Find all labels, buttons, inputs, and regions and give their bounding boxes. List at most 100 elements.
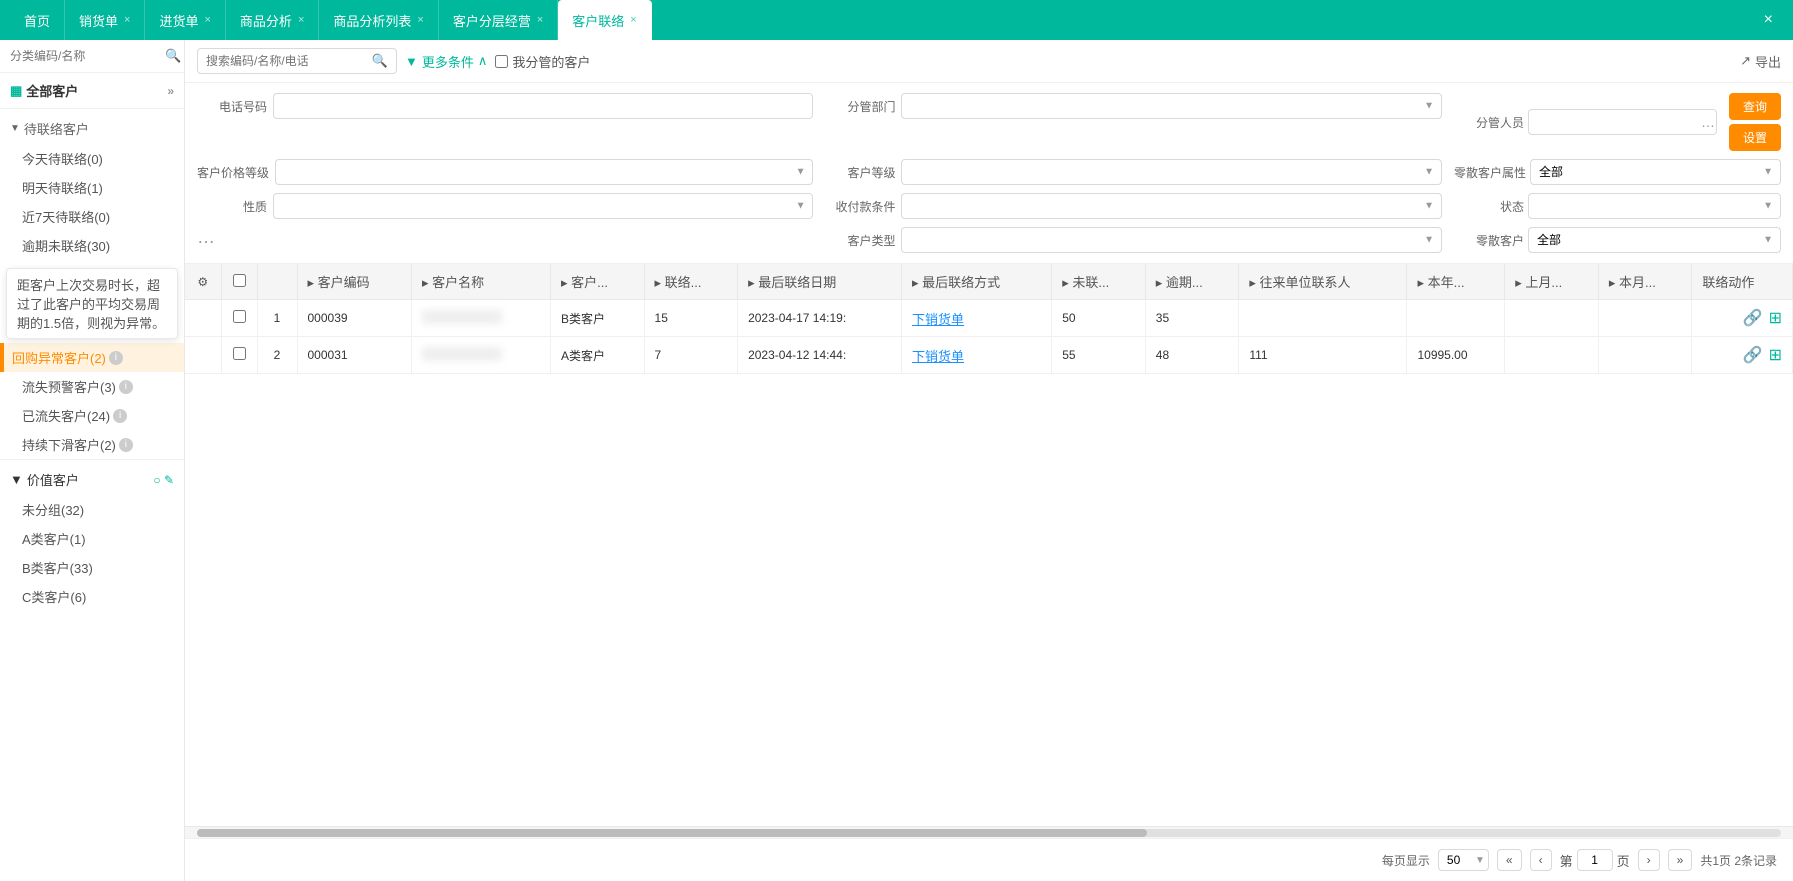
query-button[interactable]: 查询 [1729,93,1781,120]
nav-tab-sales[interactable]: 销货单 × [65,0,145,40]
nav-tab-customer-contact[interactable]: 客户联络 × [558,0,651,40]
my-customers-check[interactable] [495,55,508,68]
sidebar-item-7days[interactable]: 近7天待联络(0) [0,202,184,231]
filter-scatter-customer-select[interactable]: 全部 [1528,227,1781,253]
col-last-method-header[interactable]: ▸ 最后联络方式 [901,264,1051,300]
filter-customer-type-select[interactable] [901,227,1442,253]
main-search-input[interactable] [206,54,372,68]
sidebar-collapse-btn[interactable]: » [167,84,174,98]
export-button[interactable]: ↗ 导出 [1740,52,1781,71]
nav-tab-product-list[interactable]: 商品分析列表 × [319,0,438,40]
filter-customer-type: 客户类型 ▼ [825,227,1442,253]
first-page-btn[interactable]: « [1497,849,1522,871]
my-customers-checkbox[interactable]: 我分管的客户 [495,52,590,71]
per-page-select[interactable]: 50 20 100 [1438,849,1489,871]
nav-tab-purchase[interactable]: 进货单 × [145,0,225,40]
filter-dept-select[interactable] [901,93,1442,119]
col-last-month-header[interactable]: ▸ 上月... [1505,264,1599,300]
sidebar-item-overdue[interactable]: 逾期未联络(30) [0,231,184,260]
sidebar-item-today[interactable]: 今天待联络(0) [0,144,184,173]
info-icon-churn-warning[interactable]: i [119,380,133,394]
sidebar-item-declining[interactable]: 持续下滑客户(2) i [0,430,184,459]
grid-icon[interactable]: ⊞ [1769,308,1782,328]
sidebar-search-icon[interactable]: 🔍 [165,48,181,64]
last-page-btn[interactable]: » [1668,849,1693,871]
col-type-header[interactable]: ▸ 客户... [550,264,644,300]
filter-scatter-attr-select[interactable]: 全部 [1530,159,1781,185]
main-search-icon[interactable]: 🔍 [372,53,388,69]
more-conditions-btn[interactable]: ▼ 更多条件 ∧ [405,52,487,71]
link-icon[interactable]: 🔗 [1743,345,1763,365]
sidebar-item-churn-warning[interactable]: 流失预警客户(3) i [0,372,184,401]
col-this-year-header[interactable]: ▸ 本年... [1407,264,1505,300]
sidebar-item-b-customers[interactable]: B类客户(33) [0,553,184,582]
info-icon-churned[interactable]: i [113,409,127,423]
link-icon[interactable]: 🔗 [1743,308,1763,328]
info-icon-declining[interactable]: i [119,438,133,452]
edit-groups-icon[interactable]: ○ ✎ [153,473,174,487]
row-code[interactable]: 000039 [297,300,411,337]
nav-tab-customer-segment[interactable]: 客户分层经营 × [439,0,558,40]
row-code[interactable]: 000031 [297,337,411,374]
page-info: 第 页 [1560,849,1630,871]
col-contacts-header[interactable]: ▸ 往来单位联系人 [1239,264,1407,300]
col-last-date-header[interactable]: ▸ 最后联络日期 [738,264,902,300]
filter-payment-select[interactable] [901,193,1442,219]
close-all-button[interactable]: × [1754,11,1783,29]
close-product-analysis-tab[interactable]: × [298,14,304,26]
col-name-header[interactable]: ▸ 客户名称 [411,264,550,300]
filter-price-level-select[interactable] [275,159,813,185]
nav-tab-home[interactable]: 首页 [10,0,65,40]
col-action-header: 联络动作 [1692,264,1793,300]
row-name[interactable] [411,337,550,374]
col-settings-header[interactable]: ⚙ [185,264,221,300]
filter-nature-select[interactable] [273,193,813,219]
filter-price-level-label: 客户价格等级 [197,164,269,181]
close-sales-tab[interactable]: × [124,14,130,26]
col-code-header[interactable]: ▸ 客户编码 [297,264,411,300]
close-purchase-tab[interactable]: × [204,14,210,26]
sidebar-item-a-customers[interactable]: A类客户(1) [0,524,184,553]
filter-panel: 电话号码 分管部门 ▼ 分管人员 … 查询 [185,83,1793,264]
sidebar-item-repurchase-abnormal[interactable]: 回购异常客户(2) i [4,343,184,372]
nav-tab-product-analysis[interactable]: 商品分析 × [226,0,319,40]
prev-page-btn[interactable]: ‹ [1530,849,1552,871]
horizontal-scrollbar[interactable] [185,826,1793,838]
col-overdue-header[interactable]: ▸ 逾期... [1145,264,1239,300]
value-customers-header[interactable]: ▼ 价值客户 ○ ✎ [0,464,184,495]
close-customer-segment-tab[interactable]: × [537,14,543,26]
last-method-link[interactable]: 下销货单 [912,349,964,364]
filter-customer-level-select[interactable] [901,159,1442,185]
select-all-checkbox[interactable] [233,274,246,287]
row-name[interactable] [411,300,550,337]
close-product-list-tab[interactable]: × [417,14,423,26]
row-last-method[interactable]: 下销货单 [901,337,1051,374]
row-checkbox[interactable] [221,337,257,374]
manager-ellipsis-btn[interactable]: … [1701,114,1715,130]
sidebar-item-tomorrow[interactable]: 明天待联络(1) [0,173,184,202]
row-checkbox[interactable] [221,300,257,337]
col-this-month-header[interactable]: ▸ 本月... [1598,264,1692,300]
page-input[interactable] [1577,849,1613,871]
filter-phone-input[interactable] [273,93,813,119]
col-checkbox-header[interactable] [221,264,257,300]
grid-icon[interactable]: ⊞ [1769,345,1782,365]
filter-more-icon[interactable]: … [197,227,215,248]
sidebar-item-churned[interactable]: 已流失客户(24) i [0,401,184,430]
row-overdue: 48 [1145,337,1239,374]
filter-status-select[interactable] [1528,193,1781,219]
last-method-link[interactable]: 下销货单 [912,312,964,327]
next-page-btn[interactable]: › [1638,849,1660,871]
col-no-contact-header[interactable]: ▸ 未联... [1052,264,1146,300]
sidebar-all-customers[interactable]: ▦ 全部客户 » [0,73,184,109]
col-contact-count-header[interactable]: ▸ 联络... [644,264,738,300]
sidebar-item-c-customers[interactable]: C类客户(6) [0,582,184,611]
settings-button[interactable]: 设置 [1729,124,1781,151]
info-icon-repurchase[interactable]: i [109,351,123,365]
pending-section-title[interactable]: ▼ 待联络客户 [0,113,184,144]
filter-manager-input[interactable] [1528,109,1717,135]
close-customer-contact-tab[interactable]: × [630,14,636,26]
sidebar-item-ungroupe[interactable]: 未分组(32) [0,495,184,524]
sidebar-search-input[interactable] [10,49,165,63]
row-last-method[interactable]: 下销货单 [901,300,1051,337]
